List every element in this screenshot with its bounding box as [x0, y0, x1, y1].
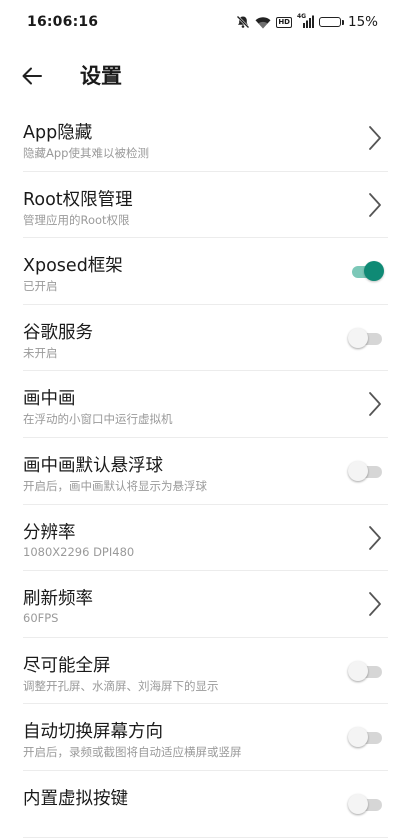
settings-row-subtitle: 管理应用的Root权限 — [23, 212, 130, 227]
settings-row-title: 谷歌服务 — [23, 322, 93, 343]
settings-row[interactable]: 画中画默认悬浮球开启后，画中画默认将显示为悬浮球 — [23, 438, 388, 505]
settings-row-subtitle: 未开启 — [23, 345, 58, 360]
toggle-switch[interactable] — [348, 460, 382, 481]
toggle-switch[interactable] — [348, 261, 384, 282]
page-title: 设置 — [80, 64, 122, 88]
status-icons: HD 4G 15% — [236, 13, 378, 30]
settings-row[interactable]: Root权限管理管理应用的Root权限 — [23, 172, 388, 239]
settings-row-title: Root权限管理 — [23, 189, 133, 210]
settings-row-subtitle: 在浮动的小窗口中运行虚拟机 — [23, 412, 173, 427]
settings-row-title: App隐藏 — [23, 123, 93, 143]
settings-row-title: 画中画默认悬浮球 — [23, 455, 163, 476]
settings-row-title: 内置虚拟按键 — [23, 788, 128, 809]
hd-badge: HD — [276, 16, 292, 28]
settings-row-title: 刷新频率 — [23, 589, 93, 610]
chevron-right-icon[interactable] — [368, 192, 382, 218]
settings-row[interactable]: 刷新频率 60FPS — [23, 571, 388, 638]
settings-row[interactable]: 自动切换屏幕方向开启后，录频或截图将自动适应横屏或竖屏 — [23, 704, 388, 771]
wifi-icon — [255, 16, 271, 29]
battery-icon: 15% — [318, 14, 378, 30]
battery-percent: 15% — [347, 14, 378, 30]
toggle-switch[interactable] — [348, 727, 382, 748]
settings-row[interactable]: App隐藏隐藏App使其难以被检测 — [23, 105, 388, 172]
network-type-label: 4G — [296, 13, 307, 20]
settings-row-subtitle: 开启后，录频或截图将自动适应横屏或竖屏 — [23, 745, 242, 760]
settings-row-subtitle: 调整开孔屏、水滴屏、刘海屏下的显示 — [23, 678, 219, 693]
settings-row[interactable]: 画中画在浮动的小窗口中运行虚拟机 — [23, 371, 388, 438]
signal-icon: 4G — [296, 13, 314, 29]
chevron-right-icon[interactable] — [368, 525, 382, 551]
back-arrow-icon[interactable] — [20, 64, 44, 88]
settings-row-subtitle: 60FPS — [23, 611, 59, 626]
toggle-knob — [348, 460, 368, 481]
settings-row-title: 分辨率 — [23, 522, 76, 543]
mute-icon — [236, 15, 250, 29]
toggle-knob — [348, 660, 368, 681]
toggle-knob — [348, 727, 368, 748]
chevron-right-icon[interactable] — [368, 391, 382, 417]
toggle-switch[interactable] — [348, 327, 382, 348]
toggle-knob — [348, 327, 368, 348]
status-bar: 16:06:16 HD 4G 15% — [0, 0, 400, 44]
settings-row-title: Xposed框架 — [23, 256, 123, 277]
settings-row[interactable]: 内置虚拟按键 — [23, 771, 388, 838]
settings-row-subtitle: 隐藏App使其难以被检测 — [23, 146, 149, 160]
settings-row[interactable]: 分辨率 1080X2296 DPI480 — [23, 505, 388, 572]
settings-row[interactable]: Xposed框架已开启 — [23, 238, 388, 305]
settings-list: App隐藏 隐藏App使其难以被检测 Root权限管理 管理应用的Root权限 Xpos… — [0, 105, 400, 838]
header: 设置 — [0, 54, 400, 98]
chevron-right-icon[interactable] — [368, 591, 382, 617]
settings-row-subtitle: 开启后，画中画默认将显示为悬浮球 — [23, 478, 207, 493]
settings-row-title: 自动切换屏幕方向 — [23, 722, 163, 743]
toggle-switch[interactable] — [348, 660, 382, 681]
status-time: 16:06:16 — [27, 14, 99, 30]
settings-row[interactable]: 尽可能全屏调整开孔屏、水滴屏、刘海屏下的显示 — [23, 638, 388, 705]
settings-row-subtitle: 1080X2296 DPI480 — [23, 544, 135, 559]
settings-row-title: 尽可能全屏 — [23, 655, 111, 676]
chevron-right-icon[interactable] — [368, 125, 382, 151]
settings-row[interactable]: 谷歌服务 未开启 — [23, 305, 388, 372]
toggle-switch[interactable] — [348, 793, 382, 814]
settings-row-subtitle: 已开启 — [23, 279, 58, 294]
toggle-knob — [364, 261, 384, 282]
settings-row-title: 画中画 — [23, 389, 76, 410]
